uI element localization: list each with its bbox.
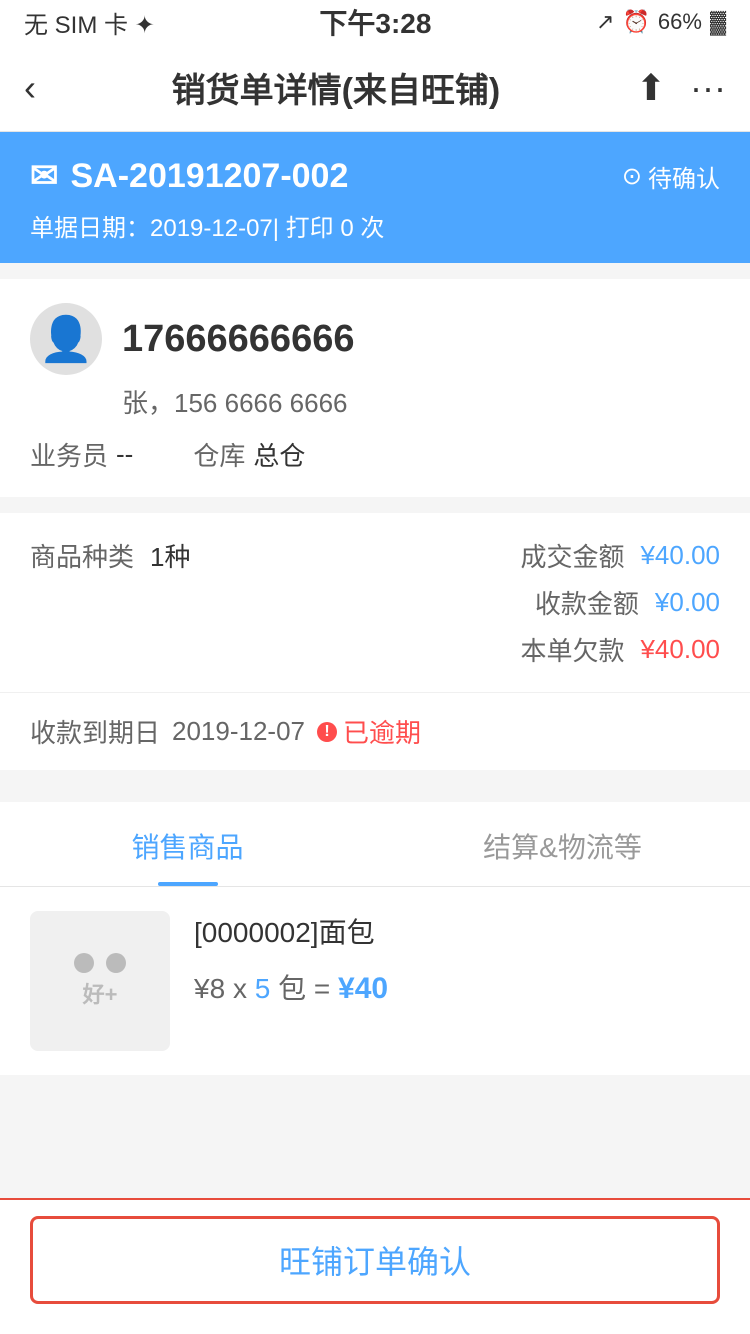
balance-value: ¥40.00 (640, 634, 720, 665)
date-label: 单据日期： (30, 215, 150, 242)
collected-label: 收款金额 (535, 584, 639, 621)
avatar: 👤 (30, 303, 102, 375)
warehouse-meta: 仓库 总仓 (193, 436, 305, 473)
owl-eyes (74, 953, 126, 973)
product-title: 面包 (319, 917, 375, 948)
price-unit: ¥8 (194, 973, 225, 1004)
battery-text: 66% (658, 9, 702, 35)
product-name: [0000002]面包 (194, 911, 720, 951)
overdue-badge: ! 已逾期 (317, 713, 421, 750)
warehouse-value: 总仓 (253, 436, 305, 473)
product-code: [0000002] (194, 917, 319, 948)
product-thumb-inner: 好+ (74, 953, 126, 1009)
product-qty: 5 (255, 973, 271, 1004)
order-date: 单据日期：2019-12-07| 打印 0 次 (30, 208, 720, 243)
customer-name: 张，156 6666 6666 (122, 383, 720, 420)
tab-sales-products[interactable]: 销售商品 (0, 802, 375, 886)
sim-status: 无 SIM 卡 ✦ (24, 5, 155, 40)
amount-row: 成交金额 ¥40.00 (520, 537, 720, 574)
amount-label: 成交金额 (520, 537, 624, 574)
nav-actions: ⬆ ··· (636, 67, 726, 109)
alarm-icon: ⏰ (622, 9, 649, 35)
owl-eye-left (74, 953, 94, 973)
order-id-text: SA-20191207-002 (71, 157, 349, 196)
overdue-text: 已逾期 (343, 713, 421, 750)
tabs-section: 销售商品 结算&物流等 好+ [0000002]面包 ¥8 x 5 (0, 802, 750, 1075)
tab-settlement-label: 结算&物流等 (483, 832, 642, 863)
status-time: 下午3:28 (319, 2, 431, 42)
order-status: ⊙ 待确认 (622, 159, 720, 194)
overdue-icon: ! (317, 722, 337, 742)
avatar-icon: 👤 (39, 313, 94, 365)
amount-value: ¥40.00 (640, 540, 720, 571)
due-date-section: 收款到期日 2019-12-07 ! 已逾期 (0, 692, 750, 770)
location-icon: ↗ (596, 9, 614, 35)
status-bar: 无 SIM 卡 ✦ 下午3:28 ↗ ⏰ 66% ▓ (0, 0, 750, 44)
tab-settlement[interactable]: 结算&物流等 (375, 802, 750, 886)
status-right: ↗ ⏰ 66% ▓ (596, 9, 726, 35)
order-header-row: ✉ SA-20191207-002 ⊙ 待确认 (30, 156, 720, 196)
customer-meta: 业务员 -- 仓库 总仓 (30, 436, 720, 473)
status-clock-icon: ⊙ (622, 162, 642, 191)
product-unit: 包 (278, 973, 306, 1004)
section-divider-1 (0, 497, 750, 513)
date-value: 2019-12-07 (150, 215, 273, 242)
tab-sales-label: 销售商品 (131, 832, 243, 863)
type-value: 1种 (150, 537, 190, 574)
product-price-row: ¥8 x 5 包 = ¥40 (194, 967, 720, 1007)
due-date: 2019-12-07 (172, 716, 305, 747)
brand-text: 好+ (83, 977, 118, 1009)
customer-info-card: 👤 17666666666 张，156 6666 6666 业务员 -- 仓库 … (0, 279, 750, 497)
status-label: 待确认 (648, 159, 720, 194)
due-label: 收款到期日 (30, 713, 160, 750)
tabs-row: 销售商品 结算&物流等 (0, 802, 750, 887)
page-title: 销货单详情(来自旺铺) (172, 63, 501, 112)
order-header: ✉ SA-20191207-002 ⊙ 待确认 单据日期：2019-12-07|… (0, 132, 750, 263)
product-info: [0000002]面包 ¥8 x 5 包 = ¥40 (194, 911, 720, 1007)
balance-row: 本单欠款 ¥40.00 (520, 631, 720, 668)
status-left: 无 SIM 卡 ✦ (24, 5, 155, 40)
bottom-bar: 旺铺订单确认 (0, 1198, 750, 1334)
more-icon[interactable]: ··· (690, 67, 726, 109)
sales-value: -- (116, 439, 133, 470)
battery-icon: ▓ (710, 9, 726, 35)
collected-value: ¥0.00 (655, 587, 720, 618)
summary-right: 成交金额 ¥40.00 收款金额 ¥0.00 本单欠款 ¥40.00 (520, 537, 720, 668)
warehouse-label: 仓库 (193, 436, 245, 473)
confirm-button-label: 旺铺订单确认 (279, 1237, 471, 1283)
product-total: ¥40 (338, 972, 388, 1005)
product-thumbnail: 好+ (30, 911, 170, 1051)
summary-left: 商品种类 1种 (30, 537, 190, 574)
order-icon: ✉ (30, 156, 59, 196)
sales-label: 业务员 (30, 436, 108, 473)
section-divider-2 (0, 770, 750, 786)
confirm-order-button[interactable]: 旺铺订单确认 (30, 1216, 720, 1304)
order-id-row: ✉ SA-20191207-002 (30, 156, 348, 196)
customer-row: 👤 17666666666 (30, 303, 720, 375)
customer-phone: 17666666666 (122, 318, 354, 361)
sales-meta: 业务员 -- (30, 436, 133, 473)
equals-sign: = (314, 973, 338, 1004)
multiply-sign: x (233, 973, 255, 1004)
back-button[interactable]: ‹ (24, 67, 36, 109)
summary-section: 商品种类 1种 成交金额 ¥40.00 收款金额 ¥0.00 本单欠款 ¥40.… (0, 513, 750, 692)
print-info: | 打印 0 次 (273, 215, 385, 242)
share-icon[interactable]: ⬆ (636, 67, 666, 109)
collected-row: 收款金额 ¥0.00 (535, 584, 720, 621)
balance-label: 本单欠款 (520, 631, 624, 668)
product-type-row: 商品种类 1种 (30, 537, 190, 574)
product-item: 好+ [0000002]面包 ¥8 x 5 包 = ¥40 (0, 887, 750, 1075)
type-label: 商品种类 (30, 537, 134, 574)
owl-eye-right (106, 953, 126, 973)
nav-bar: ‹ 销货单详情(来自旺铺) ⬆ ··· (0, 44, 750, 132)
